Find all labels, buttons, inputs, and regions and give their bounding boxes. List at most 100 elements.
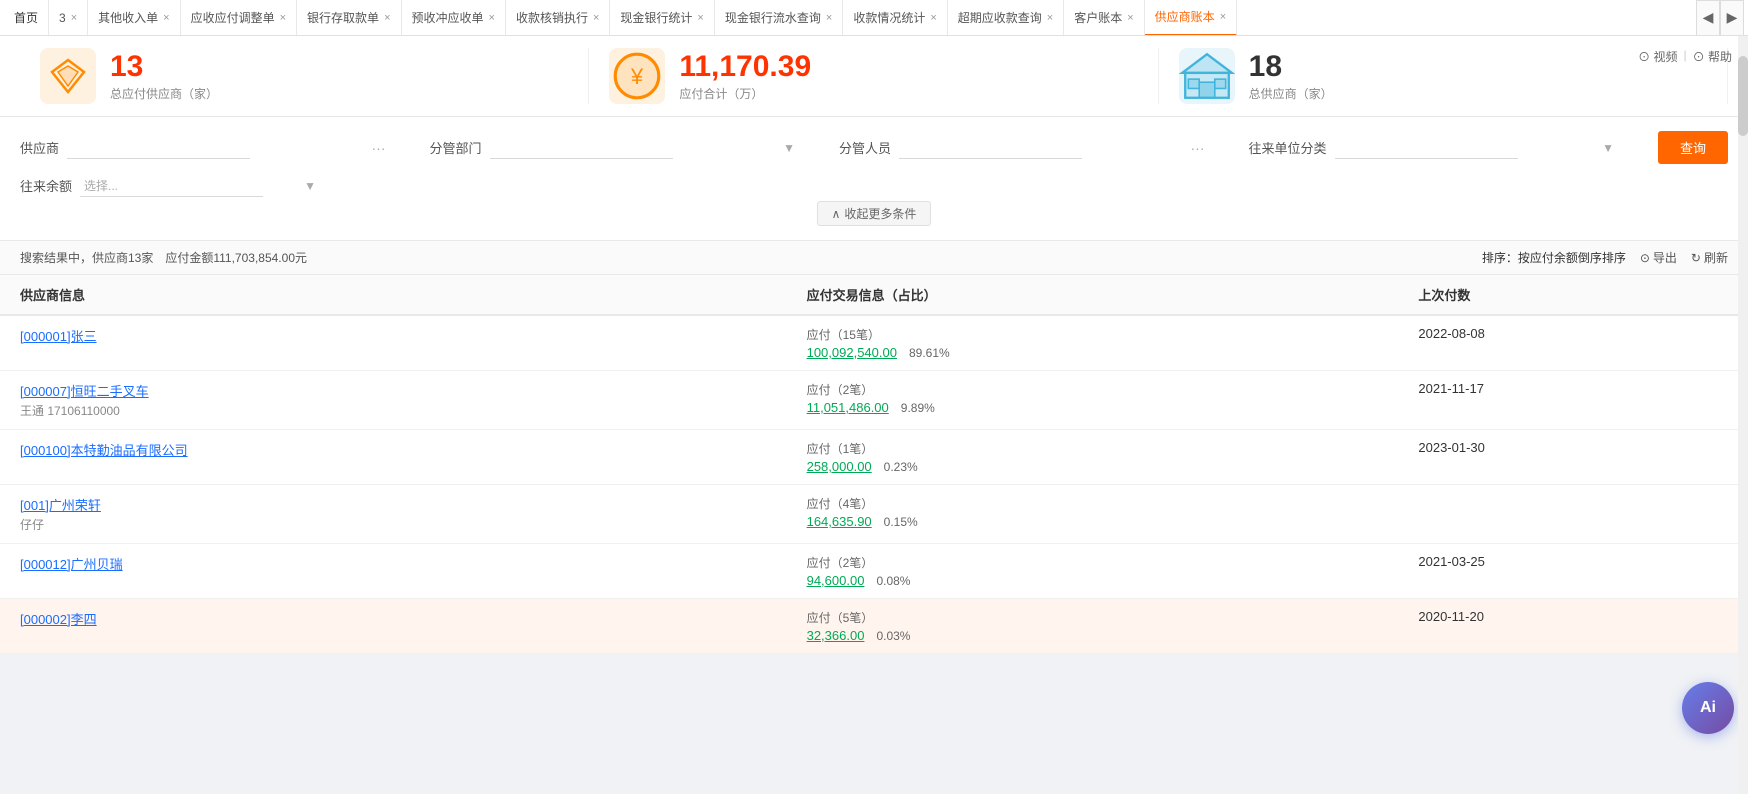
close-icon[interactable]: × (1047, 12, 1053, 24)
supplier-link[interactable]: [000100]本特勤油品有限公司 (20, 443, 188, 458)
sort-label[interactable]: 排序：按应付余额倒序排序 (1482, 249, 1626, 266)
tx-label: 应付（1笔） (807, 440, 1379, 457)
store-icon (1179, 48, 1235, 104)
close-icon[interactable]: × (593, 12, 599, 24)
supplier-filter-label: 供应商 (20, 138, 59, 157)
supplier-info-cell: [000001]张三 (0, 315, 787, 371)
diamond-icon (40, 48, 96, 104)
close-icon[interactable]: × (826, 12, 832, 24)
ai-assistant-button[interactable]: Ai (1682, 682, 1734, 734)
svg-text:¥: ¥ (630, 64, 644, 89)
export-button[interactable]: ⊙ 导出 (1640, 249, 1677, 266)
amount-link[interactable]: 94,600.00 (807, 573, 865, 588)
amount-link[interactable]: 32,366.00 (807, 628, 865, 643)
balance-dropdown-icon[interactable]: ▼ (304, 179, 316, 193)
supplier-link[interactable]: [000007]恒旺二手叉车 (20, 384, 149, 399)
amount-row: 32,366.000.03% (807, 628, 1379, 643)
balance-input-wrap: ▼ (80, 174, 320, 197)
amount-link[interactable]: 164,635.90 (807, 514, 872, 529)
filter-area: 供应商 ··· 分管部门 ▼ 分管人员 ··· 往来单位分类 (0, 117, 1748, 241)
nav-tab-customer[interactable]: 客户账本 × (1064, 0, 1144, 36)
amount-row: 94,600.00 0.08% (807, 573, 1379, 588)
amount-link[interactable]: 258,000.00 (807, 459, 872, 474)
nav-tab-receiptstat[interactable]: 收款情况统计 × (843, 0, 947, 36)
balance-filter-label: 往来余额 (20, 176, 72, 195)
nav-tab-adjust[interactable]: 应收应付调整单 × (181, 0, 297, 36)
nav-tab-3[interactable]: 3 × (49, 0, 88, 36)
help-link[interactable]: ⊙ 帮助 (1693, 48, 1732, 65)
top-right-links: ⊙ 视频 | ⊙ 帮助 (1638, 48, 1732, 65)
dept-input-wrap: ▼ (490, 136, 799, 159)
nav-arrow-right[interactable]: ▶ (1720, 0, 1744, 36)
dept-input[interactable] (490, 136, 673, 159)
nav-tab-cashflow[interactable]: 现金银行流水查询 × (715, 0, 843, 36)
filter-category: 往来单位分类 ▼ (1249, 136, 1619, 159)
nav-tab-prepay[interactable]: 预收冲应收单 × (402, 0, 506, 36)
person-input[interactable] (899, 136, 1082, 159)
nav-tab-bank[interactable]: 银行存取款单 × (297, 0, 401, 36)
supplier-link[interactable]: [000001]张三 (20, 329, 97, 344)
percent-value: 0.15% (884, 515, 918, 529)
table-row: [001]广州荣轩仔仔应付（4笔）164,635.900.15% (0, 485, 1748, 544)
dept-dropdown-icon[interactable]: ▼ (783, 141, 795, 155)
filter-person: 分管人员 ··· (839, 136, 1209, 159)
balance-input[interactable] (80, 174, 263, 197)
scrollbar-thumb[interactable] (1738, 56, 1748, 136)
person-dots-icon[interactable]: ··· (1191, 140, 1205, 156)
close-icon[interactable]: × (1220, 11, 1226, 23)
category-input[interactable] (1335, 136, 1518, 159)
supplier-dots-icon[interactable]: ··· (372, 140, 386, 156)
table-row: [000002]李四应付（5笔）32,366.000.03%2020-11-20 (0, 599, 1748, 654)
refresh-button[interactable]: ↻ 刷新 (1691, 249, 1728, 266)
nav-tab-cashstat[interactable]: 现金银行统计 × (610, 0, 714, 36)
amount-link[interactable]: 11,051,486.00 (807, 400, 889, 415)
percent-value: 0.08% (876, 574, 910, 588)
col-header-tx: 应付交易信息（占比） (787, 275, 1399, 315)
scrollbar[interactable] (1738, 36, 1748, 794)
category-filter-label: 往来单位分类 (1249, 138, 1327, 157)
tx-info-cell: 应付（4笔）164,635.900.15% (787, 485, 1399, 544)
summary-info-total-suppliers: 18 总供应商（家） (1249, 50, 1333, 102)
close-icon[interactable]: × (71, 12, 77, 24)
filter-row-2: 往来余额 ▼ (20, 174, 1728, 197)
export-icon: ⊙ (1640, 251, 1650, 265)
supplier-link[interactable]: [001]广州荣轩 (20, 498, 101, 513)
link-divider: | (1684, 48, 1687, 65)
close-icon[interactable]: × (489, 12, 495, 24)
verify-label: 收款核销执行 (516, 9, 588, 26)
nav-tab-home[interactable]: 首页 (4, 0, 49, 36)
supplier-link[interactable]: [000012]广州贝瑞 (20, 557, 123, 572)
last-payment-cell: 2022-08-08 (1398, 315, 1748, 371)
nav-tab-other-income[interactable]: 其他收入单 × (88, 0, 180, 36)
nav-tab-verify[interactable]: 收款核销执行 × (506, 0, 610, 36)
supplier-input[interactable] (67, 136, 250, 159)
video-link[interactable]: ⊙ 视频 (1638, 48, 1677, 65)
close-icon[interactable]: × (697, 12, 703, 24)
col-header-lastpay: 上次付数 (1398, 275, 1748, 315)
refresh-icon: ↻ (1691, 251, 1701, 265)
overdue-label: 超期应收款查询 (958, 9, 1042, 26)
supplier-info-cell: [001]广州荣轩仔仔 (0, 485, 787, 544)
person-input-wrap: ··· (899, 136, 1208, 159)
close-icon[interactable]: × (1127, 12, 1133, 24)
supplier-info-cell: [000007]恒旺二手叉车王通 17106110000 (0, 371, 787, 430)
close-icon[interactable]: × (280, 12, 286, 24)
export-label: 导出 (1653, 249, 1677, 266)
collapse-arrow-icon: ∧ (832, 207, 841, 221)
supplier-link[interactable]: [000002]李四 (20, 612, 97, 627)
nav-tab-supplier[interactable]: 供应商账本 × (1145, 0, 1237, 36)
total-payable-label: 应付合计（万） (679, 85, 811, 102)
last-payment-cell: 2020-11-20 (1398, 599, 1748, 654)
collapse-button[interactable]: ∧ 收起更多条件 (817, 201, 932, 226)
tab3-label: 3 (59, 11, 66, 25)
nav-arrow-left[interactable]: ◀ (1696, 0, 1720, 36)
close-icon[interactable]: × (163, 12, 169, 24)
tx-info-cell: 应付（1笔）258,000.000.23% (787, 430, 1399, 485)
query-button[interactable]: 查询 (1658, 131, 1728, 164)
category-dropdown-icon[interactable]: ▼ (1602, 141, 1614, 155)
close-icon[interactable]: × (930, 12, 936, 24)
amount-link[interactable]: 100,092,540.00 (807, 345, 897, 360)
home-tab-label: 首页 (14, 9, 38, 26)
nav-tab-overdue[interactable]: 超期应收款查询 × (948, 0, 1064, 36)
close-icon[interactable]: × (384, 12, 390, 24)
